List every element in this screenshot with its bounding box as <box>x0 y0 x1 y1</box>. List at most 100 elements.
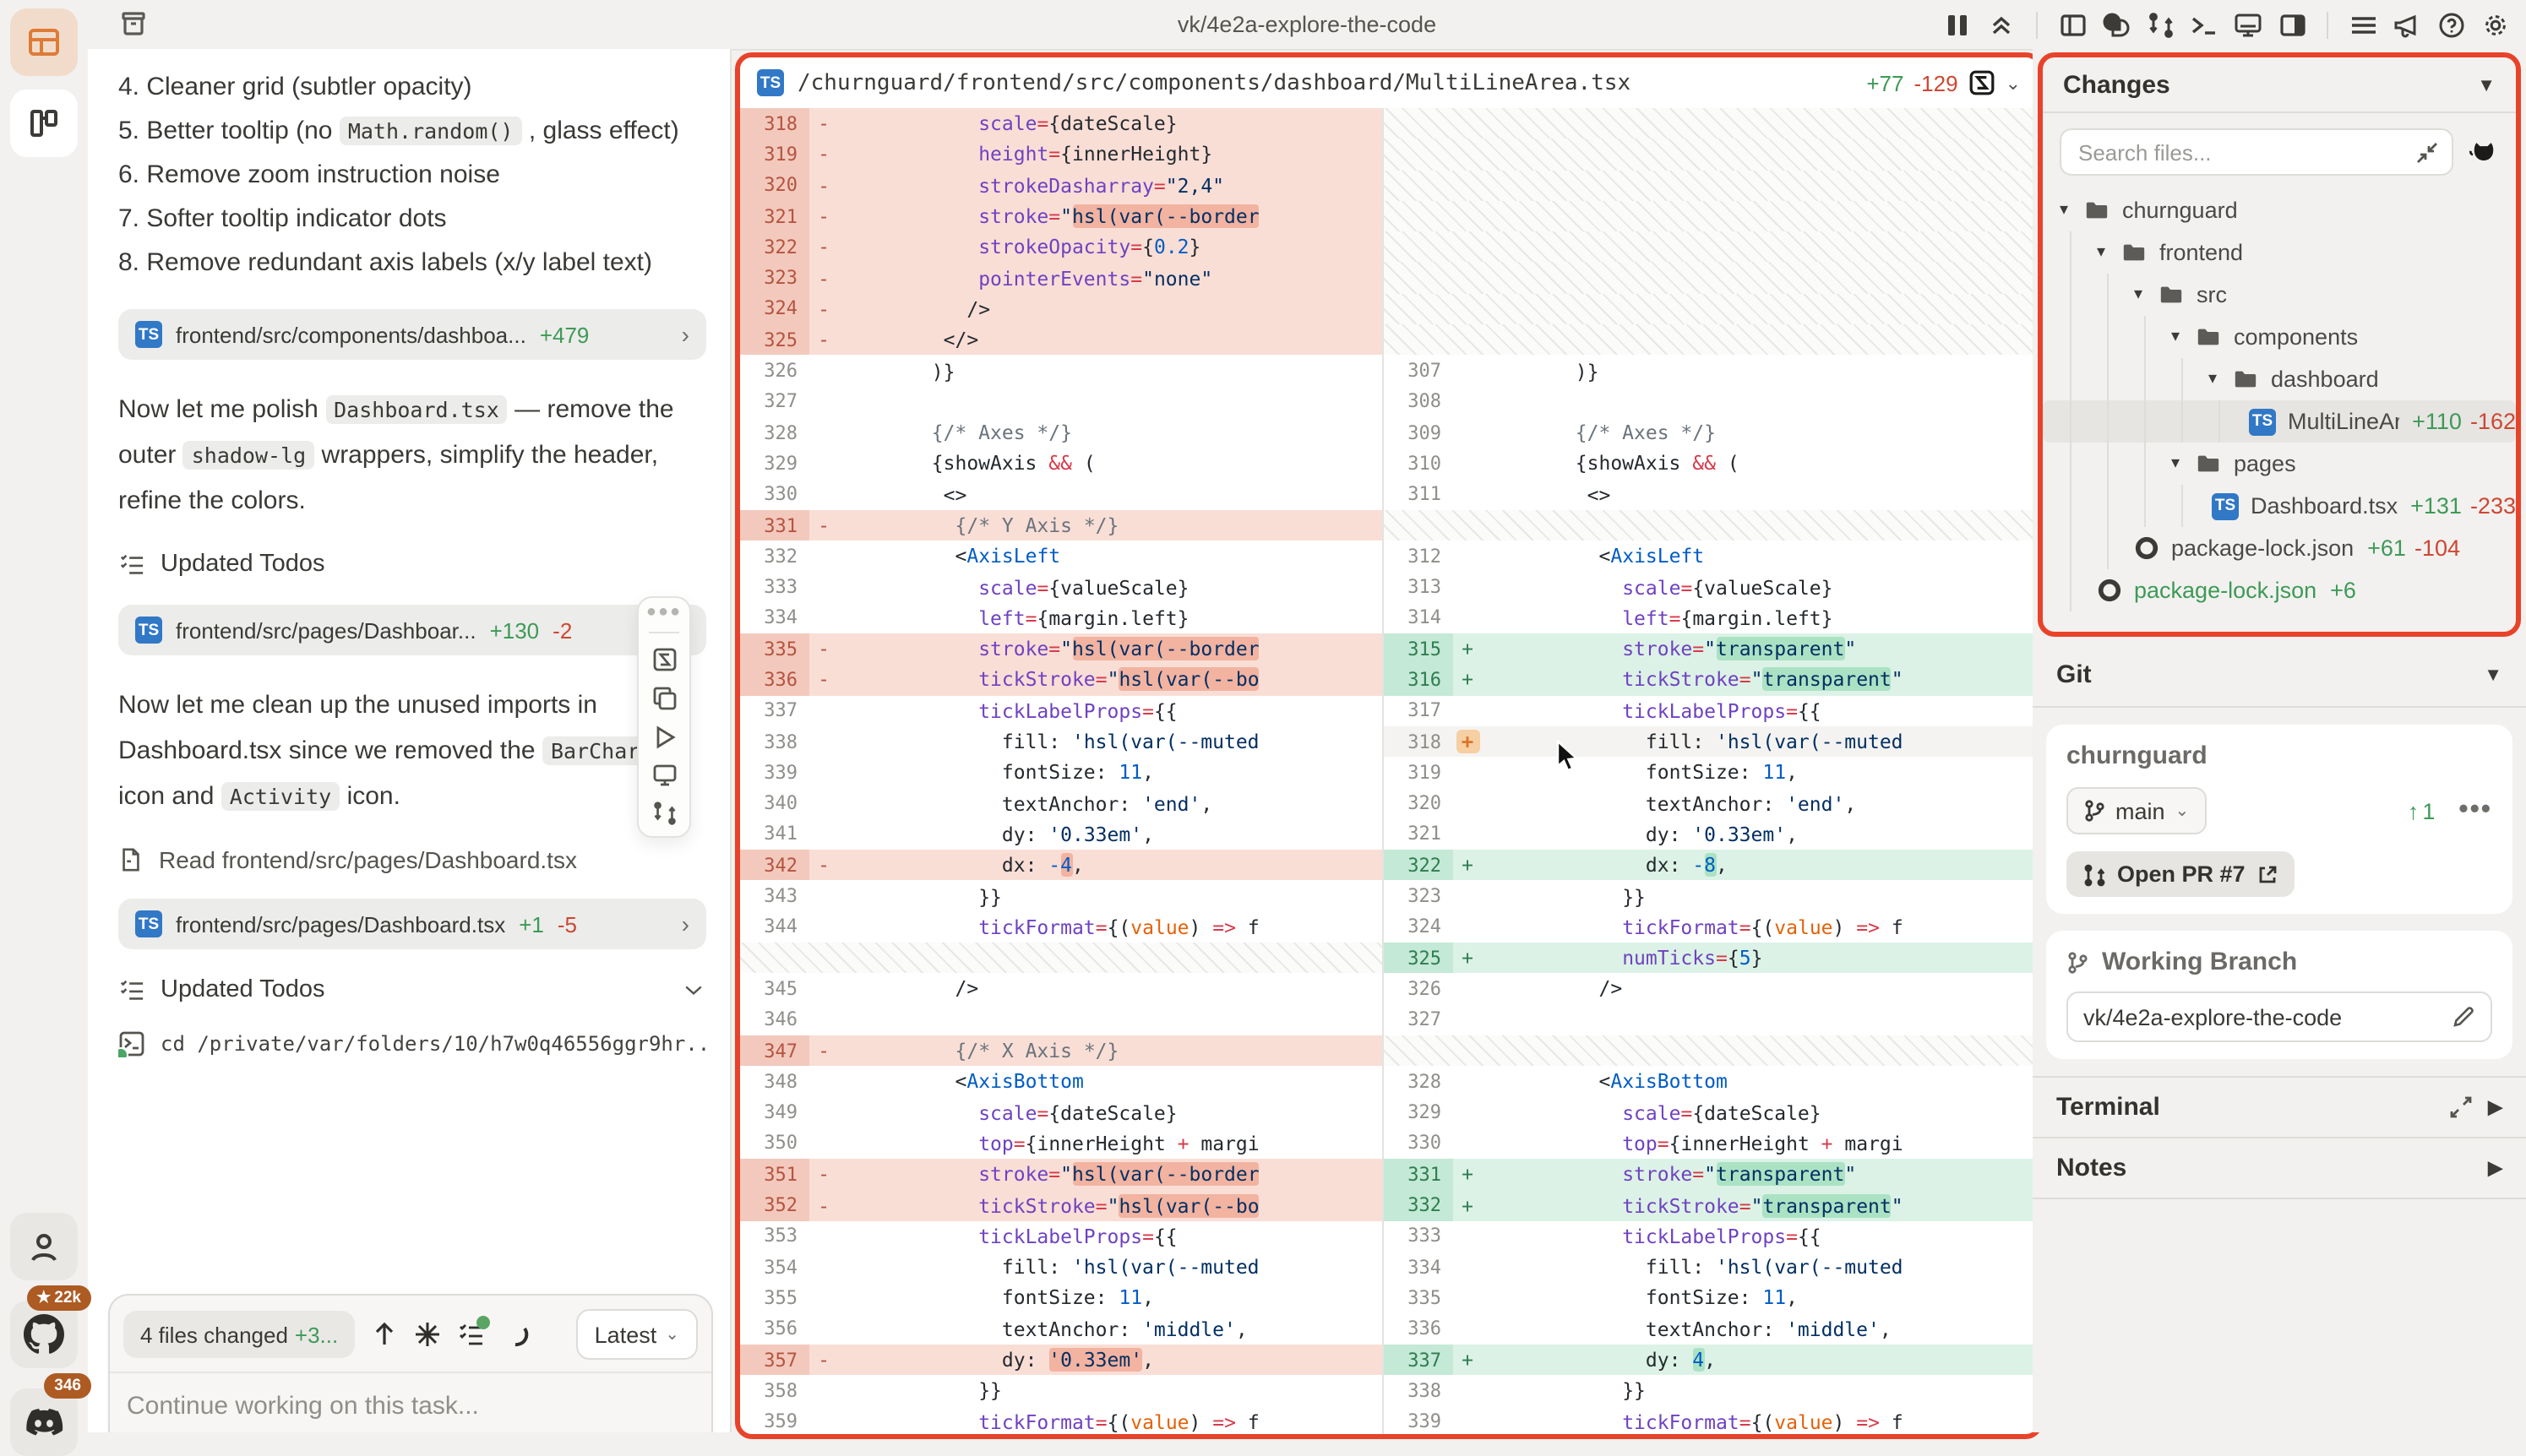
ts-file-icon: TS <box>135 910 162 937</box>
tree-item-src[interactable]: ▾src <box>2060 274 2516 316</box>
edit-diff-icon[interactable] <box>651 647 677 672</box>
updated-todos-row[interactable]: Updated Todos <box>118 976 706 1003</box>
tree-item-package-lock-json[interactable]: package-lock.json+6 <box>2060 569 2516 611</box>
expand-icon[interactable] <box>2449 1096 2471 1118</box>
monitor-icon[interactable] <box>651 763 677 787</box>
git-compare-icon[interactable] <box>651 801 677 826</box>
diff-view-icon[interactable] <box>1968 69 1995 96</box>
shrink-icon[interactable] <box>2416 141 2438 163</box>
diff-row: 317 tickLabelProps={{ <box>1384 695 2038 726</box>
terminal-command-row[interactable]: cd /private/var/folders/10/h7w0q46556ggr… <box>118 1030 706 1057</box>
diff-row: 349 scale={dateScale} <box>740 1097 1382 1128</box>
collapse-up-icon[interactable] <box>1987 10 2016 39</box>
diff-row: 307 )} <box>1384 356 2038 387</box>
open-pr-button[interactable]: Open PR #7 <box>2066 851 2295 897</box>
caret-right-icon[interactable]: ▶ <box>2488 1157 2502 1179</box>
diff-row: 343 }} <box>740 881 1382 912</box>
caret-down-icon[interactable]: ▼ <box>2477 75 2496 95</box>
notes-section-header[interactable]: Notes ▶ <box>2033 1137 2526 1199</box>
diff-row: 339 tickFormat={(value) => f <box>1384 1406 2038 1434</box>
megaphone-icon[interactable] <box>2393 10 2421 39</box>
tree-item-frontend[interactable]: ▾frontend <box>2060 231 2516 274</box>
folder-icon <box>2083 198 2110 223</box>
diff-row: 318- scale={dateScale} <box>740 108 1382 139</box>
tree-item-package-lock-json[interactable]: package-lock.json+61-104 <box>2060 527 2516 569</box>
arrow-up-icon[interactable] <box>372 1321 397 1348</box>
search-files-box[interactable] <box>2060 128 2453 176</box>
chevron-down-icon: ⌄ <box>665 1325 679 1344</box>
discord-badge: 346 <box>44 1373 91 1399</box>
rail-github-button[interactable]: ★ 22k <box>10 1301 78 1368</box>
copy-icon[interactable] <box>651 686 677 711</box>
chevron-down-icon[interactable]: ⌄ <box>2006 72 2021 94</box>
diff-row: 327 <box>740 386 1382 417</box>
chat-bubbles-icon[interactable] <box>2102 10 2131 39</box>
file-tree: ▾churnguard▾frontend▾src▾components▾dash… <box>2043 186 2516 611</box>
rail-profile-button[interactable] <box>10 1213 78 1280</box>
caret-down-icon: ▾ <box>2060 201 2083 220</box>
git-compare-icon[interactable] <box>2146 10 2175 39</box>
diff-row: 319 fontSize: 11, <box>1384 757 2038 788</box>
todo-list-icon[interactable] <box>458 1322 485 1347</box>
diff-row: 316+ tickStroke="transparent" <box>1384 665 2038 696</box>
message-input[interactable]: Continue working on this task... <box>110 1373 711 1432</box>
git-branch-icon <box>2083 799 2105 823</box>
panel-left-icon[interactable] <box>2058 10 2087 39</box>
working-branch-card: Working Branch vk/4e2a-explore-the-code <box>2046 931 2512 1059</box>
gear-icon[interactable] <box>2480 10 2509 39</box>
diff-row <box>1384 201 2038 232</box>
rail-layout-button[interactable] <box>10 8 78 76</box>
caret-right-icon[interactable]: ▶ <box>2488 1096 2502 1118</box>
menu-icon[interactable] <box>2349 10 2377 39</box>
diff-row: 329 scale={dateScale} <box>1384 1097 2038 1128</box>
diff-row <box>740 943 1382 974</box>
diff-row: 312 <AxisLeft <box>1384 541 2038 572</box>
version-dropdown[interactable]: Latest⌄ <box>576 1309 698 1360</box>
diff-row: 337 tickLabelProps={{ <box>740 695 1382 726</box>
pencil-icon[interactable] <box>2452 1005 2475 1029</box>
diff-deletions: -129 <box>1914 70 1958 95</box>
pause-icon[interactable] <box>1943 10 1972 39</box>
help-icon[interactable] <box>2436 10 2465 39</box>
add-comment-button[interactable]: + <box>1456 730 1479 753</box>
todo-list-text: 4. Cleaner grid (subtler opacity)5. Bett… <box>118 66 706 285</box>
ts-file-icon: TS <box>757 69 784 96</box>
rail-kanban-button[interactable] <box>10 90 78 157</box>
screen-share-icon[interactable] <box>2234 10 2262 39</box>
caret-down-icon[interactable]: ▼ <box>2484 665 2502 685</box>
terminal-section-header[interactable]: Terminal ▶ <box>2033 1076 2526 1137</box>
tree-item-components[interactable]: ▾components <box>2060 316 2516 358</box>
search-files-input[interactable] <box>2075 138 2406 166</box>
play-icon[interactable] <box>651 725 677 750</box>
terminal-icon[interactable] <box>2190 10 2218 39</box>
files-changed-chip[interactable]: 4 files changed +3... <box>123 1311 355 1358</box>
file-change-chip[interactable]: TSfrontend/src/pages/Dashboar...+130-2 <box>118 605 706 655</box>
diff-header[interactable]: TS /churnguard/frontend/src/components/d… <box>740 57 2038 108</box>
diff-row: 332 <AxisLeft <box>740 541 1382 572</box>
read-file-row[interactable]: Read frontend/src/pages/Dashboard.tsx <box>118 846 706 873</box>
tree-item-dashboard-tsx[interactable]: TSDashboard.tsx+131-233 <box>2060 485 2516 527</box>
tree-item-churnguard[interactable]: ▾churnguard <box>2060 189 2516 231</box>
diff-row: 359 tickFormat={(value) => f <box>740 1406 1382 1434</box>
drag-dots-icon[interactable]: ●●● <box>646 608 682 618</box>
tree-item-pages[interactable]: ▾pages <box>2060 443 2516 485</box>
inline-code: Dashboard.tsx <box>325 395 508 424</box>
cat-icon[interactable] <box>2469 138 2499 166</box>
panel-right-icon[interactable] <box>2278 10 2306 39</box>
branch-dropdown[interactable]: main ⌄ <box>2066 787 2206 834</box>
diff-row: 331- {/* Y Axis */} <box>740 510 1382 541</box>
external-link-icon <box>2257 864 2278 884</box>
rail-discord-button[interactable]: 346 <box>10 1388 78 1456</box>
diff-row: 330 <> <box>740 479 1382 510</box>
more-options-icon[interactable]: ••• <box>2458 796 2492 826</box>
updated-todos-row[interactable]: Updated Todos <box>118 551 706 578</box>
assistant-message: Now let me clean up the unused imports i… <box>118 682 706 819</box>
spark-icon[interactable] <box>414 1321 441 1348</box>
diff-row: 351- stroke="hsl(var(--border <box>740 1159 1382 1190</box>
tree-item-multilinearea-tsx[interactable]: TSMultiLineArea.tsx+110-162 <box>2043 400 2516 443</box>
tree-item-dashboard[interactable]: ▾dashboard <box>2060 358 2516 400</box>
file-change-chip[interactable]: TSfrontend/src/pages/Dashboard.tsx+1-5› <box>118 899 706 949</box>
file-change-chip[interactable]: TSfrontend/src/components/dashboa...+479… <box>118 309 706 360</box>
inline-code: Activity <box>221 782 340 811</box>
working-branch-input[interactable]: vk/4e2a-explore-the-code <box>2066 991 2492 1042</box>
